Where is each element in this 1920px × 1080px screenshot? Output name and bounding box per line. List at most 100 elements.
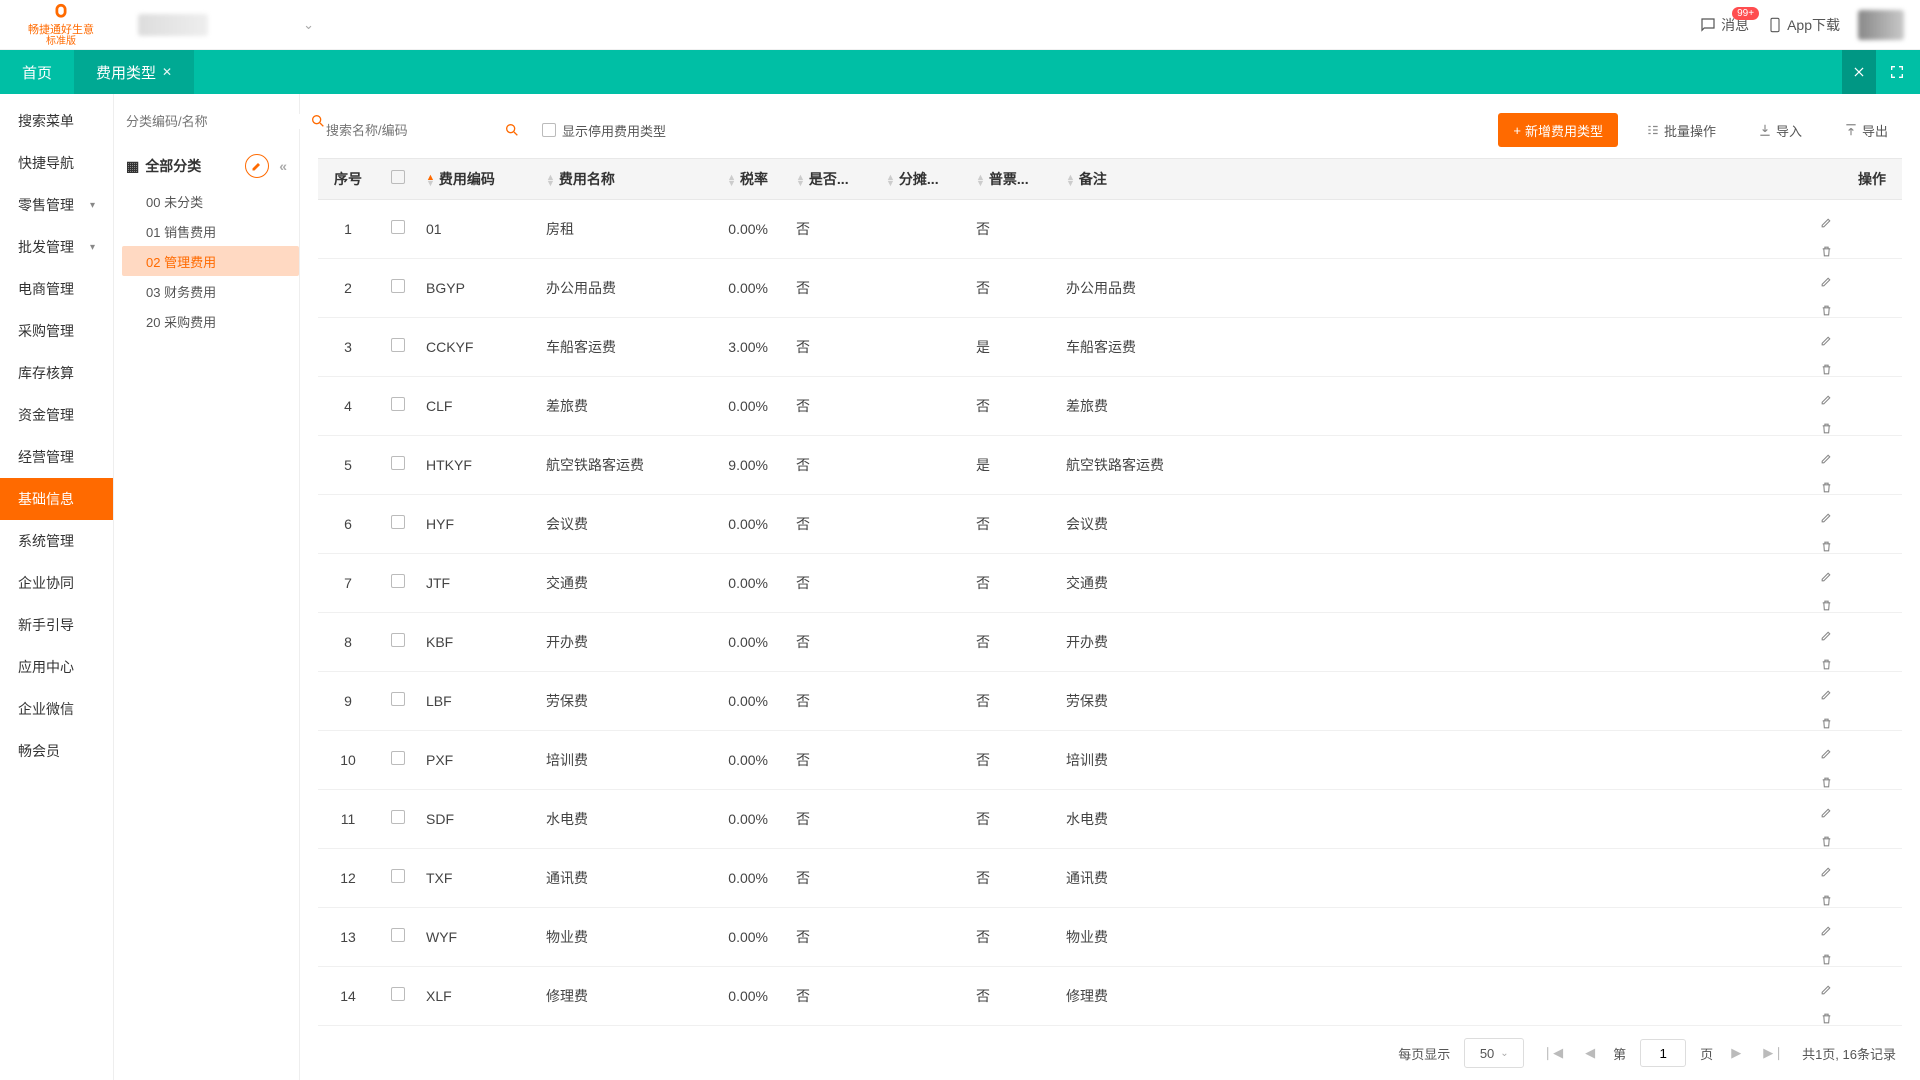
category-item[interactable]: 00 未分类 xyxy=(122,186,299,216)
cell-checkbox[interactable] xyxy=(378,376,418,435)
sidebar-item[interactable]: 采购管理 xyxy=(0,310,113,352)
category-item[interactable]: 02 管理费用 xyxy=(122,246,299,276)
delete-row-button[interactable] xyxy=(1820,1012,1886,1025)
delete-row-button[interactable] xyxy=(1820,835,1886,848)
table-row[interactable]: 8KBF开办费0.00%否否开办费 xyxy=(318,612,1902,671)
edit-row-button[interactable] xyxy=(1820,570,1886,583)
search-input[interactable] xyxy=(326,123,504,138)
cell-checkbox[interactable] xyxy=(378,966,418,1025)
edit-row-button[interactable] xyxy=(1820,334,1886,347)
table-row[interactable]: 101房租0.00%否否 xyxy=(318,199,1902,258)
close-icon[interactable]: ✕ xyxy=(162,65,172,79)
cell-checkbox[interactable] xyxy=(378,553,418,612)
table-row[interactable]: 5HTKYF航空铁路客运费9.00%否是航空铁路客运费 xyxy=(318,435,1902,494)
edit-row-button[interactable] xyxy=(1820,452,1886,465)
page-input[interactable] xyxy=(1640,1039,1686,1067)
cell-checkbox[interactable] xyxy=(378,671,418,730)
th-is[interactable]: ▲▼是否... xyxy=(788,159,878,199)
sidebar-item[interactable]: 新手引导 xyxy=(0,604,113,646)
sidebar-item[interactable]: 经营管理 xyxy=(0,436,113,478)
delete-row-button[interactable] xyxy=(1820,953,1886,966)
table-row[interactable]: 6HYF会议费0.00%否否会议费 xyxy=(318,494,1902,553)
delete-row-button[interactable] xyxy=(1820,363,1886,376)
sidebar-item[interactable]: 应用中心 xyxy=(0,646,113,688)
cell-checkbox[interactable] xyxy=(378,789,418,848)
next-page-button[interactable]: ▶ xyxy=(1727,1045,1745,1061)
edit-row-button[interactable] xyxy=(1820,747,1886,760)
category-search-input[interactable] xyxy=(126,114,302,129)
user-avatar[interactable] xyxy=(1858,10,1904,40)
export-button[interactable]: 导出 xyxy=(1830,113,1902,147)
delete-row-button[interactable] xyxy=(1820,599,1886,612)
table-row[interactable]: 14XLF修理费0.00%否否修理费 xyxy=(318,966,1902,1025)
category-all[interactable]: ▦ 全部分类 « xyxy=(114,148,299,186)
cell-checkbox[interactable] xyxy=(378,730,418,789)
table-row[interactable]: 9LBF劳保费0.00%否否劳保费 xyxy=(318,671,1902,730)
delete-row-button[interactable] xyxy=(1820,776,1886,789)
edit-row-button[interactable] xyxy=(1820,629,1886,642)
cell-checkbox[interactable] xyxy=(378,435,418,494)
edit-row-button[interactable] xyxy=(1820,983,1886,996)
table-row[interactable]: 11SDF水电费0.00%否否水电费 xyxy=(318,789,1902,848)
table-row[interactable]: 3CCKYF车船客运费3.00%否是车船客运费 xyxy=(318,317,1902,376)
cell-checkbox[interactable] xyxy=(378,848,418,907)
cell-checkbox[interactable] xyxy=(378,317,418,376)
sidebar-item[interactable]: 资金管理 xyxy=(0,394,113,436)
sidebar-item[interactable]: 搜索菜单 xyxy=(0,100,113,142)
app-download-button[interactable]: App下载 xyxy=(1767,15,1840,35)
th-note[interactable]: ▲▼备注 xyxy=(1058,159,1812,199)
sidebar-item[interactable]: 电商管理 xyxy=(0,268,113,310)
table-row[interactable]: 7JTF交通费0.00%否否交通费 xyxy=(318,553,1902,612)
sidebar-item[interactable]: 基础信息 xyxy=(0,478,113,520)
cell-checkbox[interactable] xyxy=(378,612,418,671)
sidebar-item[interactable]: 系统管理 xyxy=(0,520,113,562)
edit-row-button[interactable] xyxy=(1820,865,1886,878)
sidebar-item[interactable]: 企业协同 xyxy=(0,562,113,604)
add-fee-type-button[interactable]: + 新增费用类型 xyxy=(1498,113,1618,147)
collapse-panel-button[interactable]: « xyxy=(279,158,287,174)
th-share[interactable]: ▲▼分摊... xyxy=(878,159,968,199)
delete-row-button[interactable] xyxy=(1820,422,1886,435)
category-item[interactable]: 01 销售费用 xyxy=(122,216,299,246)
cell-checkbox[interactable] xyxy=(378,494,418,553)
tab-close-all-button[interactable] xyxy=(1842,50,1876,94)
delete-row-button[interactable] xyxy=(1820,717,1886,730)
table-row[interactable]: 4CLF差旅费0.00%否否差旅费 xyxy=(318,376,1902,435)
sidebar-item[interactable]: 批发管理▾ xyxy=(0,226,113,268)
delete-row-button[interactable] xyxy=(1820,245,1886,258)
sidebar-item[interactable]: 畅会员 xyxy=(0,730,113,772)
cell-checkbox[interactable] xyxy=(378,199,418,258)
tab-home[interactable]: 首页 xyxy=(0,50,74,94)
delete-row-button[interactable] xyxy=(1820,540,1886,553)
edit-row-button[interactable] xyxy=(1820,393,1886,406)
sidebar-item[interactable]: 零售管理▾ xyxy=(0,184,113,226)
edit-row-button[interactable] xyxy=(1820,806,1886,819)
tab-fee-type[interactable]: 费用类型 ✕ xyxy=(74,50,194,94)
first-page-button[interactable]: ❘◀ xyxy=(1538,1045,1567,1061)
sidebar-item[interactable]: 库存核算 xyxy=(0,352,113,394)
per-page-select[interactable]: 50 ⌄ xyxy=(1464,1038,1524,1068)
th-rate[interactable]: ▲▼税率 xyxy=(698,159,788,199)
cell-checkbox[interactable] xyxy=(378,907,418,966)
company-selector[interactable]: ⌄ xyxy=(126,3,326,47)
table-row[interactable]: 10PXF培训费0.00%否否培训费 xyxy=(318,730,1902,789)
delete-row-button[interactable] xyxy=(1820,481,1886,494)
edit-row-button[interactable] xyxy=(1820,275,1886,288)
edit-row-button[interactable] xyxy=(1820,924,1886,937)
edit-category-button[interactable] xyxy=(245,154,269,178)
edit-row-button[interactable] xyxy=(1820,216,1886,229)
table-row[interactable]: 13WYF物业费0.00%否否物业费 xyxy=(318,907,1902,966)
th-checkbox[interactable] xyxy=(378,159,418,199)
delete-row-button[interactable] xyxy=(1820,894,1886,907)
last-page-button[interactable]: ▶❘ xyxy=(1759,1045,1788,1061)
category-item[interactable]: 20 采购费用 xyxy=(122,306,299,336)
th-pp[interactable]: ▲▼普票... xyxy=(968,159,1058,199)
show-disabled-checkbox[interactable]: 显示停用费用类型 xyxy=(542,121,666,140)
sidebar-item[interactable]: 快捷导航 xyxy=(0,142,113,184)
th-code[interactable]: ▲▼费用编码 xyxy=(418,159,538,199)
fullscreen-button[interactable] xyxy=(1880,50,1914,94)
sidebar-item[interactable]: 企业微信 xyxy=(0,688,113,730)
edit-row-button[interactable] xyxy=(1820,511,1886,524)
category-item[interactable]: 03 财务费用 xyxy=(122,276,299,306)
cell-checkbox[interactable] xyxy=(378,258,418,317)
